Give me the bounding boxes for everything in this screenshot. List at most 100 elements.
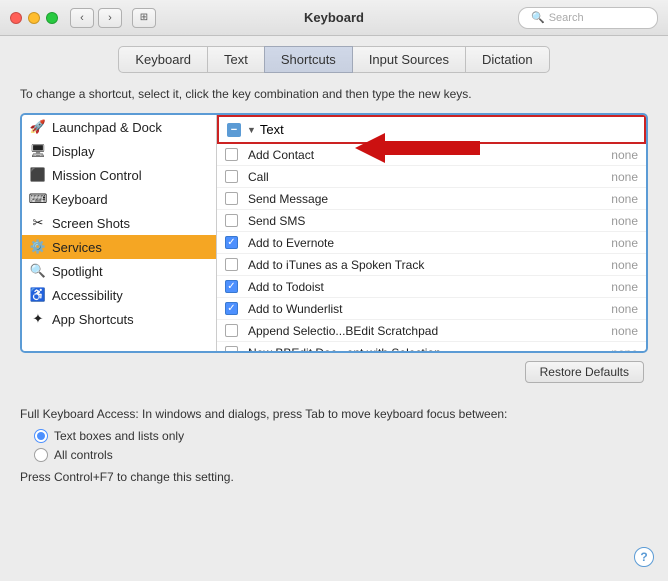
service-name: Call <box>248 170 603 184</box>
maximize-button[interactable] <box>46 12 58 24</box>
service-row: Call none <box>217 166 646 188</box>
expand-triangle: ▼ <box>247 125 256 135</box>
sidebar-item-services[interactable]: ⚙️ Services <box>22 235 216 259</box>
keyboard-icon: ⌨ <box>30 191 46 207</box>
service-key: none <box>611 280 638 294</box>
tab-shortcuts[interactable]: Shortcuts <box>264 46 353 73</box>
minimize-button[interactable] <box>28 12 40 24</box>
sidebar-item-keyboard[interactable]: ⌨ Keyboard <box>22 187 216 211</box>
service-key: none <box>611 324 638 338</box>
radio-text-boxes-circle <box>34 429 48 443</box>
screenshots-icon: ✂ <box>30 215 46 231</box>
service-name: Add to Evernote <box>248 236 603 250</box>
checkbox-new-bbedit[interactable] <box>225 346 238 351</box>
service-name: Send Message <box>248 192 603 206</box>
tab-dictation[interactable]: Dictation <box>465 46 550 73</box>
service-name: New BBEdit Doc...ent with Selection <box>248 346 603 352</box>
checkbox-add-evernote[interactable]: ✓ <box>225 236 238 249</box>
sidebar-item-label: App Shortcuts <box>52 312 134 327</box>
sidebar-item-label: Services <box>52 240 102 255</box>
service-row: Send Message none <box>217 188 646 210</box>
service-key: none <box>611 170 638 184</box>
main-panel: 🚀 Launchpad & Dock 🖥 Display ⬛ Mission C… <box>20 113 648 353</box>
traffic-lights <box>10 12 58 24</box>
sidebar-item-launchpad[interactable]: 🚀 Launchpad & Dock <box>22 115 216 139</box>
press-hint: Press Control+F7 to change this setting. <box>20 470 648 484</box>
instruction-text: To change a shortcut, select it, click t… <box>20 87 648 101</box>
mission-control-icon: ⬛ <box>30 167 46 183</box>
service-name: Add to iTunes as a Spoken Track <box>248 258 603 272</box>
sidebar-item-display[interactable]: 🖥 Display <box>22 139 216 163</box>
tab-input-sources[interactable]: Input Sources <box>352 46 466 73</box>
sidebar-item-spotlight[interactable]: 🔍 Spotlight <box>22 259 216 283</box>
sidebar-item-label: Accessibility <box>52 288 123 303</box>
display-icon: 🖥 <box>30 143 46 159</box>
service-name: Add to Wunderlist <box>248 302 603 316</box>
checkbox-send-sms[interactable] <box>225 214 238 227</box>
sidebar-item-label: Display <box>52 144 95 159</box>
collapse-button[interactable]: − <box>227 123 241 137</box>
window-title: Keyboard <box>304 10 364 25</box>
tab-text[interactable]: Text <box>207 46 265 73</box>
right-panel: − ▼ Text Add Contact none Call none Send… <box>217 115 646 351</box>
radio-all-controls-circle <box>34 448 48 462</box>
service-row: New BBEdit Doc...ent with Selection none <box>217 342 646 351</box>
checkbox-call[interactable] <box>225 170 238 183</box>
radio-all-controls[interactable]: All controls <box>34 448 648 462</box>
sidebar-item-mission-control[interactable]: ⬛ Mission Control <box>22 163 216 187</box>
service-key: none <box>611 346 638 352</box>
fka-label: Full Keyboard Access: In windows and dia… <box>20 407 648 421</box>
restore-defaults-button[interactable]: Restore Defaults <box>525 361 644 383</box>
help-button[interactable]: ? <box>634 547 654 567</box>
service-key: none <box>611 214 638 228</box>
radio-all-controls-label: All controls <box>54 448 113 462</box>
group-label: Text <box>260 122 284 137</box>
service-key: none <box>611 236 638 250</box>
search-bar[interactable]: 🔍 Search <box>518 7 658 29</box>
checkbox-send-message[interactable] <box>225 192 238 205</box>
titlebar: ‹ › ⊞ Keyboard 🔍 Search <box>0 0 668 36</box>
nav-buttons: ‹ › <box>70 8 122 28</box>
service-name: Send SMS <box>248 214 603 228</box>
sidebar-item-accessibility[interactable]: ♿ Accessibility <box>22 283 216 307</box>
sidebar-item-label: Spotlight <box>52 264 103 279</box>
spotlight-icon: 🔍 <box>30 263 46 279</box>
tabs-area: Keyboard Text Shortcuts Input Sources Di… <box>0 36 668 73</box>
checkbox-add-contact[interactable] <box>225 148 238 161</box>
search-icon: 🔍 <box>531 11 545 24</box>
services-icon: ⚙️ <box>30 239 46 255</box>
group-header-text[interactable]: − ▼ Text <box>217 115 646 144</box>
search-placeholder: Search <box>549 12 584 24</box>
app-shortcuts-icon: ✦ <box>30 311 46 327</box>
service-name: Add Contact <box>248 148 603 162</box>
sidebar-item-screenshots[interactable]: ✂ Screen Shots <box>22 211 216 235</box>
back-button[interactable]: ‹ <box>70 8 94 28</box>
service-row: Append Selectio...BEdit Scratchpad none <box>217 320 646 342</box>
sidebar-item-label: Keyboard <box>52 192 108 207</box>
sidebar-item-app-shortcuts[interactable]: ✦ App Shortcuts <box>22 307 216 331</box>
service-row: ✓ Add to Evernote none <box>217 232 646 254</box>
checkbox-add-itunes[interactable] <box>225 258 238 271</box>
tab-keyboard[interactable]: Keyboard <box>118 46 208 73</box>
sidebar-item-label: Screen Shots <box>52 216 130 231</box>
close-button[interactable] <box>10 12 22 24</box>
service-row: Add to iTunes as a Spoken Track none <box>217 254 646 276</box>
checkbox-append-bbedit[interactable] <box>225 324 238 337</box>
service-key: none <box>611 258 638 272</box>
checkbox-add-wunderlist[interactable]: ✓ <box>225 302 238 315</box>
service-key: none <box>611 192 638 206</box>
service-key: none <box>611 302 638 316</box>
restore-row: Restore Defaults <box>20 353 648 383</box>
radio-group: Text boxes and lists only All controls <box>34 429 648 462</box>
service-name: Append Selectio...BEdit Scratchpad <box>248 324 603 338</box>
service-row: ✓ Add to Wunderlist none <box>217 298 646 320</box>
bottom-section: Full Keyboard Access: In windows and dia… <box>0 397 668 484</box>
service-row: Add Contact none <box>217 144 646 166</box>
accessibility-icon: ♿ <box>30 287 46 303</box>
radio-text-boxes[interactable]: Text boxes and lists only <box>34 429 648 443</box>
checkbox-add-todoist[interactable]: ✓ <box>225 280 238 293</box>
grid-button[interactable]: ⊞ <box>132 8 156 28</box>
service-name: Add to Todoist <box>248 280 603 294</box>
forward-button[interactable]: › <box>98 8 122 28</box>
content-area: To change a shortcut, select it, click t… <box>0 73 668 397</box>
